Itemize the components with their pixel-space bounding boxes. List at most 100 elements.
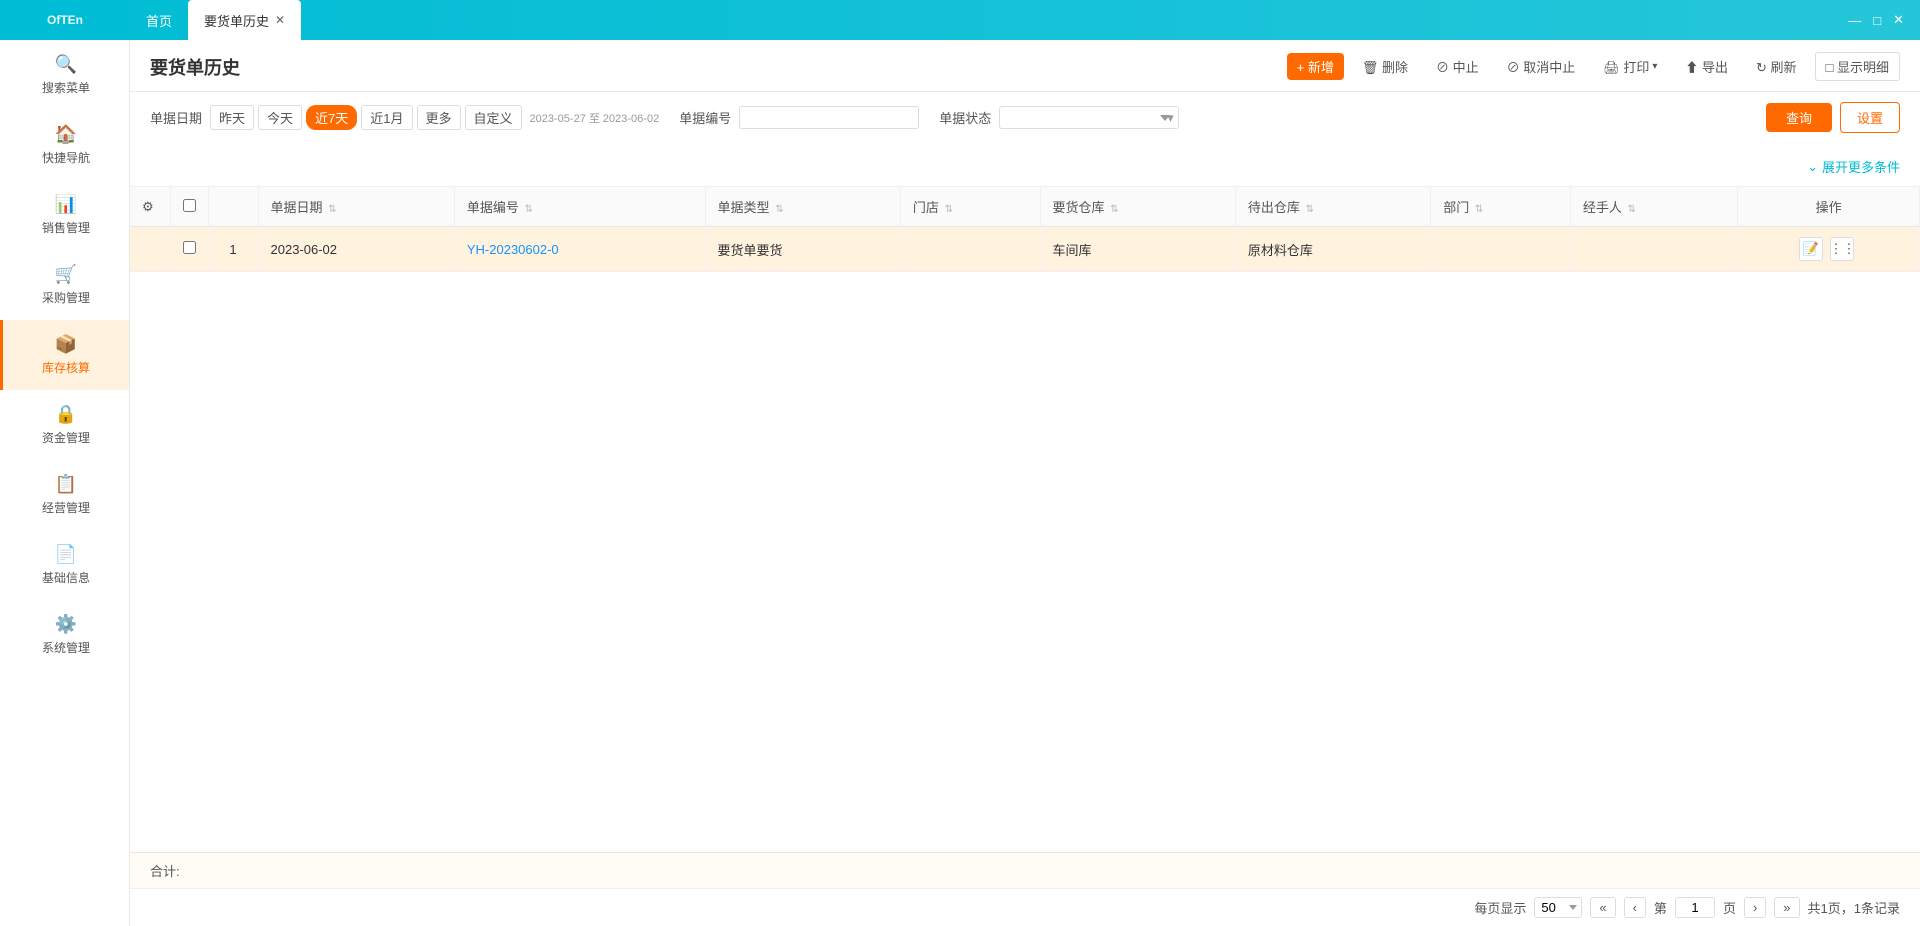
brand-text: OfTEn — [47, 13, 83, 27]
doc-no-link[interactable]: YH-20230602-0 — [467, 242, 559, 257]
next-page-btn[interactable]: › — [1744, 897, 1766, 918]
date-btn-1month[interactable]: 近1月 — [361, 105, 412, 130]
stop-button[interactable]: ⊘ 中止 — [1426, 53, 1489, 80]
export-button[interactable]: ⬆ 导出 — [1675, 53, 1738, 80]
date-btn-today[interactable]: 今天 — [258, 105, 302, 130]
page-title: 要货单历史 — [150, 54, 240, 80]
settings-icon: ⚙ — [142, 199, 154, 214]
sidebar-item-purchase-mgmt[interactable]: 🛒 采购管理 — [0, 250, 129, 320]
query-button[interactable]: 查询 — [1766, 103, 1832, 132]
status-filter-group: 单据状态 ▾ — [939, 106, 1174, 129]
tab-home[interactable]: 首页 — [130, 0, 188, 40]
date-btn-yesterday[interactable]: 昨天 — [210, 105, 254, 130]
total-info: 共1页，1条记录 — [1808, 898, 1900, 917]
page-header: 要货单历史 + 新增 🗑 删除 ⊘ 中止 ⊘ 取消中止 🖨 — [130, 40, 1920, 92]
filter-row: 单据日期 昨天 今天 近7天 近1月 更多 — [130, 92, 1920, 187]
sidebar-item-quick-nav[interactable]: 🏠 快捷导航 — [0, 110, 129, 180]
summary-row: 合计: — [130, 853, 1920, 889]
sidebar-item-label: 采购管理 — [42, 289, 90, 306]
td-settings — [130, 227, 170, 272]
cancel-stop-button[interactable]: ⊘ 取消中止 — [1497, 53, 1586, 80]
sort-req-warehouse-icon: ⇅ — [1110, 204, 1118, 215]
select-all-checkbox[interactable] — [183, 199, 196, 212]
td-department — [1431, 227, 1571, 272]
sidebar: 🔍 搜索菜单 🏠 快捷导航 📊 销售管理 🛒 采购管理 📦 库存核算 🔒 资金管… — [0, 40, 130, 926]
sidebar-item-label: 资金管理 — [42, 429, 90, 446]
last-page-btn[interactable]: » — [1774, 897, 1799, 918]
settings-button[interactable]: 设置 — [1840, 102, 1900, 133]
sidebar-item-finance-mgmt[interactable]: 🔒 资金管理 — [0, 390, 129, 460]
th-handler[interactable]: 经手人 ⇅ — [1570, 187, 1737, 227]
finance-mgmt-icon: 🔒 — [55, 404, 77, 425]
sidebar-item-system-mgmt[interactable]: ⚙️ 系统管理 — [0, 600, 129, 670]
status-filter-select[interactable] — [999, 106, 1179, 129]
date-btn-more[interactable]: 更多 — [417, 105, 461, 130]
sales-mgmt-icon: 📊 — [55, 194, 77, 215]
page-input-label: 第 — [1654, 898, 1667, 917]
inventory-icon: 📦 — [55, 334, 77, 355]
row-more-button[interactable]: ⋮⋮ — [1830, 237, 1854, 261]
window-maximize-btn[interactable]: □ — [1873, 13, 1881, 28]
docno-filter-input[interactable] — [739, 106, 919, 129]
page-num-input[interactable] — [1675, 897, 1715, 918]
sort-doc-type-icon: ⇅ — [775, 204, 783, 215]
basic-info-icon: 📄 — [55, 544, 77, 565]
row-checkbox[interactable] — [183, 241, 196, 254]
page-title-row: 要货单历史 + 新增 🗑 删除 ⊘ 中止 ⊘ 取消中止 🖨 — [150, 52, 1900, 81]
sidebar-item-search-menu[interactable]: 🔍 搜索菜单 — [0, 40, 129, 110]
td-pending-warehouse: 原材料仓库 — [1235, 227, 1430, 272]
td-doc-no: YH-20230602-0 — [454, 227, 705, 272]
docno-filter-label: 单据编号 — [679, 108, 731, 127]
system-mgmt-icon: ⚙️ — [55, 614, 77, 635]
first-page-btn[interactable]: « — [1590, 897, 1615, 918]
date-filter-label: 单据日期 — [150, 108, 202, 127]
th-settings[interactable]: ⚙ — [130, 187, 170, 227]
delete-button[interactable]: 🗑 删除 — [1352, 53, 1418, 80]
display-dense-button[interactable]: □ 显示明细 — [1815, 52, 1900, 81]
th-store[interactable]: 门店 ⇅ — [900, 187, 1040, 227]
search-menu-icon: 🔍 — [55, 54, 77, 75]
th-doc-date[interactable]: 单据日期 ⇅ — [258, 187, 454, 227]
sidebar-item-operations-mgmt[interactable]: 📋 经营管理 — [0, 460, 129, 530]
window-minimize-btn[interactable]: — — [1848, 13, 1861, 28]
refresh-button[interactable]: ↻ 刷新 — [1746, 53, 1807, 80]
window-close-btn[interactable]: ✕ — [1893, 12, 1904, 28]
sidebar-item-inventory[interactable]: 📦 库存核算 — [0, 320, 129, 390]
date-range-text: 2023-05-27 至 2023-06-02 — [530, 110, 660, 126]
chevron-down-icon: ⌄ — [1807, 159, 1818, 175]
prev-page-btn[interactable]: ‹ — [1624, 897, 1646, 918]
date-btn-7days[interactable]: 近7天 — [306, 105, 357, 130]
th-department[interactable]: 部门 ⇅ — [1431, 187, 1571, 227]
td-action: 📝 ⋮⋮ — [1738, 227, 1920, 272]
sidebar-item-label: 基础信息 — [42, 569, 90, 586]
page-size-select[interactable]: 20 50 100 — [1534, 897, 1582, 918]
sort-store-icon: ⇅ — [945, 204, 953, 215]
operations-mgmt-icon: 📋 — [55, 474, 77, 495]
sort-pending-warehouse-icon: ⇅ — [1306, 204, 1314, 215]
tab-close-icon[interactable]: ✕ — [275, 13, 285, 27]
td-store — [900, 227, 1040, 272]
th-pending-warehouse[interactable]: 待出仓库 ⇅ — [1235, 187, 1430, 227]
print-chevron-icon: ▾ — [1652, 61, 1657, 72]
main-layout: 🔍 搜索菜单 🏠 快捷导航 📊 销售管理 🛒 采购管理 📦 库存核算 🔒 资金管… — [0, 40, 1920, 926]
top-bar-right: — □ ✕ — [1848, 12, 1920, 28]
sidebar-item-basic-info[interactable]: 📄 基础信息 — [0, 530, 129, 600]
print-button[interactable]: 🖨 打印 ▾ — [1593, 53, 1667, 80]
th-req-warehouse[interactable]: 要货仓库 ⇅ — [1040, 187, 1235, 227]
row-edit-button[interactable]: 📝 — [1799, 237, 1823, 261]
tab-requisition-history[interactable]: 要货单历史 ✕ — [188, 0, 301, 40]
top-bar-tabs: 首页 要货单历史 ✕ — [130, 0, 1848, 40]
docno-filter-group: 单据编号 — [679, 106, 919, 129]
th-checkbox — [170, 187, 208, 227]
content-area: 要货单历史 + 新增 🗑 删除 ⊘ 中止 ⊘ 取消中止 🖨 — [130, 40, 1920, 926]
th-doc-no[interactable]: 单据编号 ⇅ — [454, 187, 705, 227]
sidebar-item-label: 销售管理 — [42, 219, 90, 236]
date-filter-group: 单据日期 昨天 今天 近7天 近1月 更多 — [150, 105, 659, 130]
new-button[interactable]: + 新增 — [1287, 53, 1344, 80]
expand-more-btn[interactable]: ⌄ 展开更多条件 — [1807, 157, 1900, 176]
table-body: 1 2023-06-02 YH-20230602-0 要货单要货 — [130, 227, 1920, 272]
date-btn-custom[interactable]: 自定义 — [465, 105, 522, 130]
edit-icon: 📝 — [1803, 241, 1819, 257]
sidebar-item-sales-mgmt[interactable]: 📊 销售管理 — [0, 180, 129, 250]
th-doc-type[interactable]: 单据类型 ⇅ — [705, 187, 900, 227]
